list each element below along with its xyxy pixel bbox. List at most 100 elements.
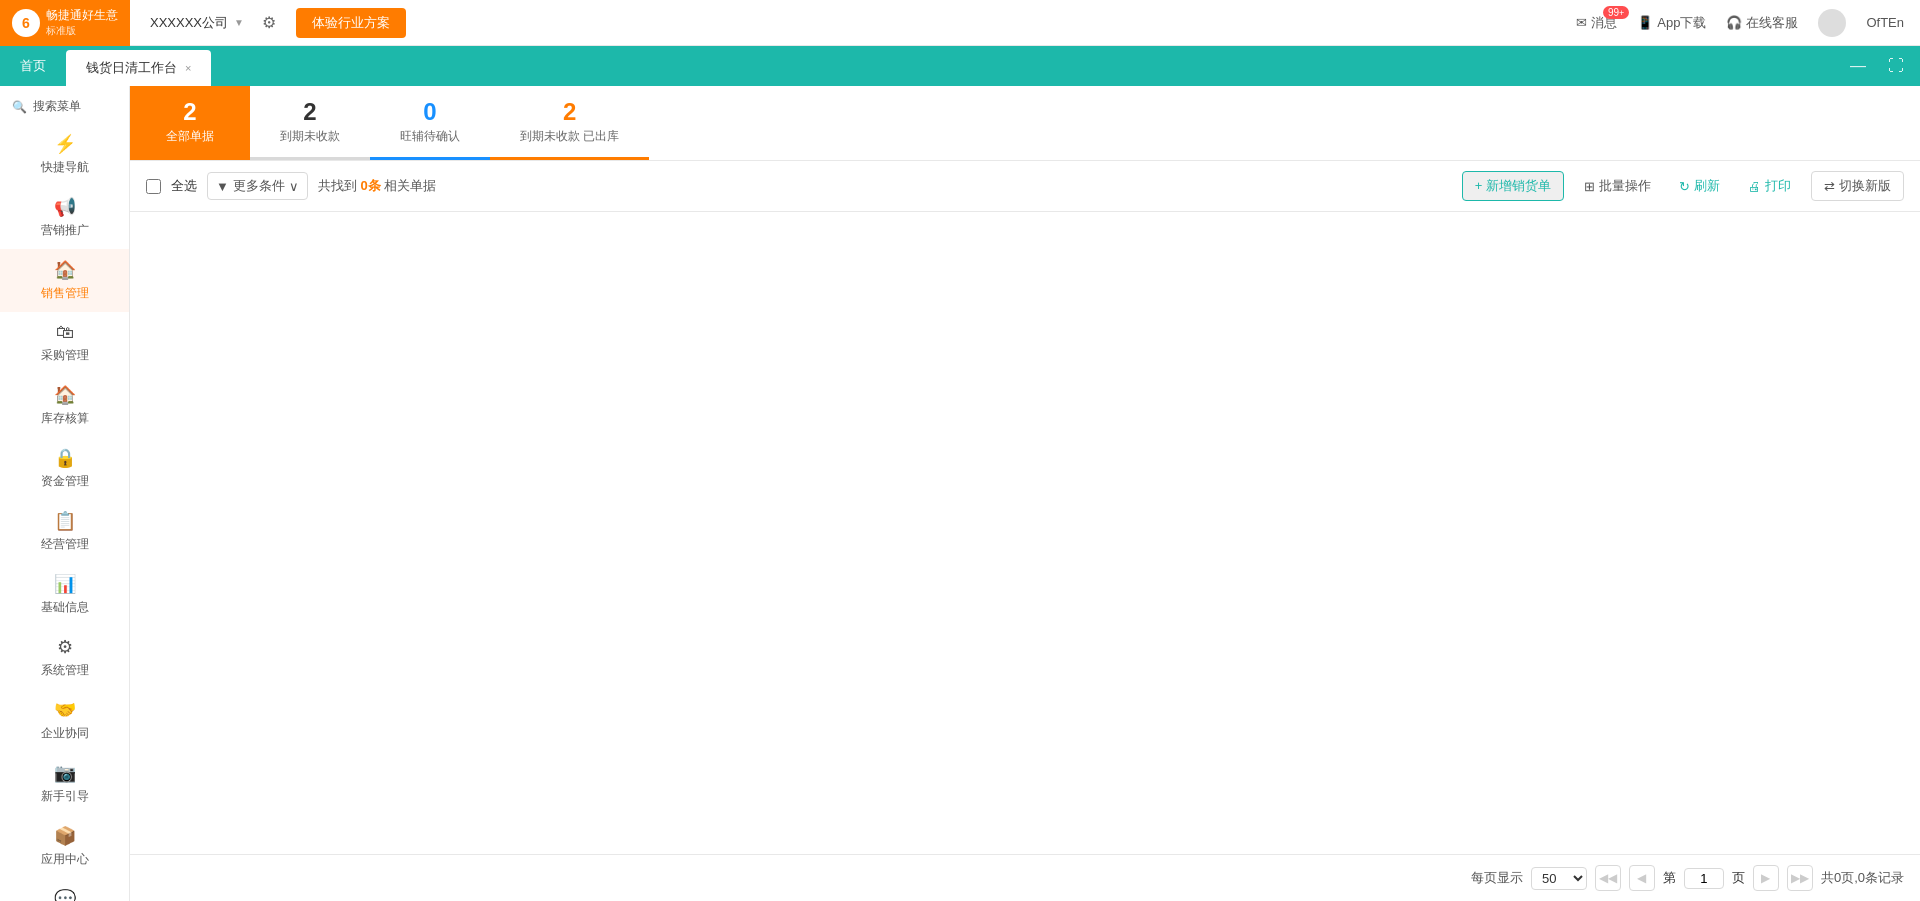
- headset-icon: 🎧: [1726, 15, 1742, 30]
- sidebar-item-sales[interactable]: 🏠 销售管理: [0, 249, 129, 312]
- logo-text-block: 畅捷通好生意 标准版: [46, 8, 118, 37]
- prev-page-icon: ◀: [1637, 871, 1646, 885]
- stat-num-all: 2: [183, 98, 196, 126]
- last-page-icon: ▶▶: [1791, 871, 1809, 885]
- tab-bar: 首页 钱货日清工作台 × — ⛶: [0, 46, 1920, 86]
- app-download-btn[interactable]: 📱 App下载: [1637, 14, 1706, 32]
- stat-label-overdue: 到期未收款: [280, 128, 340, 145]
- logo-main-text: 畅捷通好生意: [46, 8, 118, 24]
- sidebar-item-quick-nav-label: 快捷导航: [41, 159, 89, 176]
- filter-label: 更多条件: [233, 177, 285, 195]
- camera-icon: 📷: [54, 762, 76, 784]
- page-size-label: 每页显示: [1471, 869, 1523, 887]
- found-prefix: 共找到: [318, 178, 357, 193]
- sidebar-item-purchase[interactable]: 🛍 采购管理: [0, 312, 129, 374]
- stat-tab-shipped[interactable]: 2 到期未收款 已出库: [490, 86, 649, 160]
- online-service-btn[interactable]: 🎧 在线客服: [1726, 14, 1798, 32]
- sidebar-item-guide[interactable]: 📷 新手引导: [0, 752, 129, 815]
- sidebar-item-base-info[interactable]: 📊 基础信息: [0, 563, 129, 626]
- sidebar-item-cooperation[interactable]: 🤝 企业协同: [0, 689, 129, 752]
- sidebar-item-system[interactable]: ⚙ 系统管理: [0, 626, 129, 689]
- tab-active[interactable]: 钱货日清工作台 ×: [66, 50, 211, 86]
- stat-label-shipped: 到期未收款 已出库: [520, 128, 619, 145]
- tab-bar-actions: — ⛶: [1844, 52, 1920, 80]
- refresh-icon: ↻: [1679, 179, 1690, 194]
- sidebar-search-row[interactable]: 🔍 搜索菜单: [0, 90, 129, 123]
- switch-icon: ⇄: [1824, 179, 1835, 194]
- avatar: [1818, 9, 1846, 37]
- sidebar-item-operations-label: 经营管理: [41, 536, 89, 553]
- stat-tab-all[interactable]: 2 全部单据: [130, 86, 250, 160]
- page-label: 第: [1663, 869, 1676, 887]
- tab-active-label: 钱货日清工作台: [86, 59, 177, 77]
- minimize-icon: —: [1850, 57, 1866, 75]
- wechat-icon: 💬: [54, 888, 76, 901]
- tab-maximize-btn[interactable]: ⛶: [1882, 52, 1910, 80]
- sidebar-item-operations[interactable]: 📋 经营管理: [0, 500, 129, 563]
- print-button[interactable]: 🖨 打印: [1740, 173, 1799, 199]
- sidebar-item-quick-nav[interactable]: ⚡ 快捷导航: [0, 123, 129, 186]
- prev-page-btn[interactable]: ◀: [1629, 865, 1655, 891]
- pagination-bar: 每页显示 50 10 20 100 ◀◀ ◀ 第 页 ▶ ▶▶ 共0页,0: [130, 854, 1920, 901]
- gear-icon: ⚙: [262, 13, 276, 32]
- filter-icon: ▼: [216, 179, 229, 194]
- clipboard-icon: 📋: [54, 510, 76, 532]
- tab-home-label: 首页: [20, 57, 46, 75]
- sidebar: 🔍 搜索菜单 ⚡ 快捷导航 📢 营销推广 🏠 销售管理 🛍 采购管理 🏠 库存核…: [0, 86, 130, 901]
- page-size-select[interactable]: 50 10 20 100: [1531, 867, 1587, 890]
- company-selector[interactable]: XXXXXX公司 ▼: [150, 14, 244, 32]
- maximize-icon: ⛶: [1888, 57, 1904, 75]
- flash-icon: ⚡: [54, 133, 76, 155]
- sidebar-item-wechat[interactable]: 💬 企业微信: [0, 878, 129, 901]
- user-avatar-btn[interactable]: [1818, 9, 1846, 37]
- toolbar: 全选 ▼ 更多条件 ∨ 共找到 0条 相关单据 + 新增销货单 ⊞: [130, 161, 1920, 212]
- batch-operation-button[interactable]: ⊞ 批量操作: [1576, 173, 1659, 199]
- sidebar-item-marketing[interactable]: 📢 营销推广: [0, 186, 129, 249]
- sidebar-item-marketing-label: 营销推广: [41, 222, 89, 239]
- filter-button[interactable]: ▼ 更多条件 ∨: [207, 172, 308, 200]
- user-name: OfTEn: [1866, 15, 1904, 30]
- sidebar-item-purchase-label: 采购管理: [41, 347, 89, 364]
- logo-area: 6 畅捷通好生意 标准版: [0, 0, 130, 46]
- settings-button[interactable]: ⚙: [254, 8, 284, 38]
- found-count: 0条: [361, 178, 381, 193]
- found-text: 共找到 0条 相关单据: [318, 177, 436, 195]
- trial-button[interactable]: 体验行业方案: [296, 8, 406, 38]
- add-sales-order-button[interactable]: + 新增销货单: [1462, 171, 1564, 201]
- select-all-checkbox[interactable]: [146, 179, 161, 194]
- tab-close-icon[interactable]: ×: [185, 62, 191, 74]
- print-label: 打印: [1765, 177, 1791, 195]
- page-input[interactable]: [1684, 868, 1724, 889]
- add-btn-label: + 新增销货单: [1475, 177, 1551, 195]
- stat-tab-overdue[interactable]: 2 到期未收款: [250, 86, 370, 160]
- stat-tab-pending[interactable]: 0 旺辅待确认: [370, 86, 490, 160]
- handshake-icon: 🤝: [54, 699, 76, 721]
- batch-icon: ⊞: [1584, 179, 1595, 194]
- search-icon: 🔍: [12, 100, 27, 114]
- refresh-button[interactable]: ↻ 刷新: [1671, 173, 1728, 199]
- stat-num-shipped: 2: [563, 98, 576, 126]
- bag-icon: 🛍: [56, 322, 74, 343]
- message-badge: 99+: [1603, 6, 1629, 19]
- sidebar-item-guide-label: 新手引导: [41, 788, 89, 805]
- total-text: 共0页,0条记录: [1821, 869, 1904, 887]
- sidebar-item-app-center[interactable]: 📦 应用中心: [0, 815, 129, 878]
- sidebar-item-finance[interactable]: 🔒 资金管理: [0, 437, 129, 500]
- content-area: 2 全部单据 2 到期未收款 0 旺辅待确认 2 到期未收款 已出库 全选: [130, 86, 1920, 901]
- next-page-icon: ▶: [1761, 871, 1770, 885]
- system-icon: ⚙: [57, 636, 73, 658]
- online-service-label: 在线客服: [1746, 14, 1798, 32]
- switch-version-button[interactable]: ⇄ 切换新版: [1811, 171, 1904, 201]
- message-btn[interactable]: ✉ 消息 99+: [1576, 14, 1617, 32]
- tab-minimize-btn[interactable]: —: [1844, 52, 1872, 80]
- sidebar-item-inventory[interactable]: 🏠 库存核算: [0, 374, 129, 437]
- tab-home[interactable]: 首页: [0, 46, 66, 86]
- first-page-btn[interactable]: ◀◀: [1595, 865, 1621, 891]
- sidebar-search-label: 搜索菜单: [33, 98, 81, 115]
- logo-sub-text: 标准版: [46, 24, 118, 37]
- company-name: XXXXXX公司: [150, 14, 228, 32]
- next-page-btn[interactable]: ▶: [1753, 865, 1779, 891]
- last-page-btn[interactable]: ▶▶: [1787, 865, 1813, 891]
- refresh-label: 刷新: [1694, 177, 1720, 195]
- filter-chevron-icon: ∨: [289, 179, 299, 194]
